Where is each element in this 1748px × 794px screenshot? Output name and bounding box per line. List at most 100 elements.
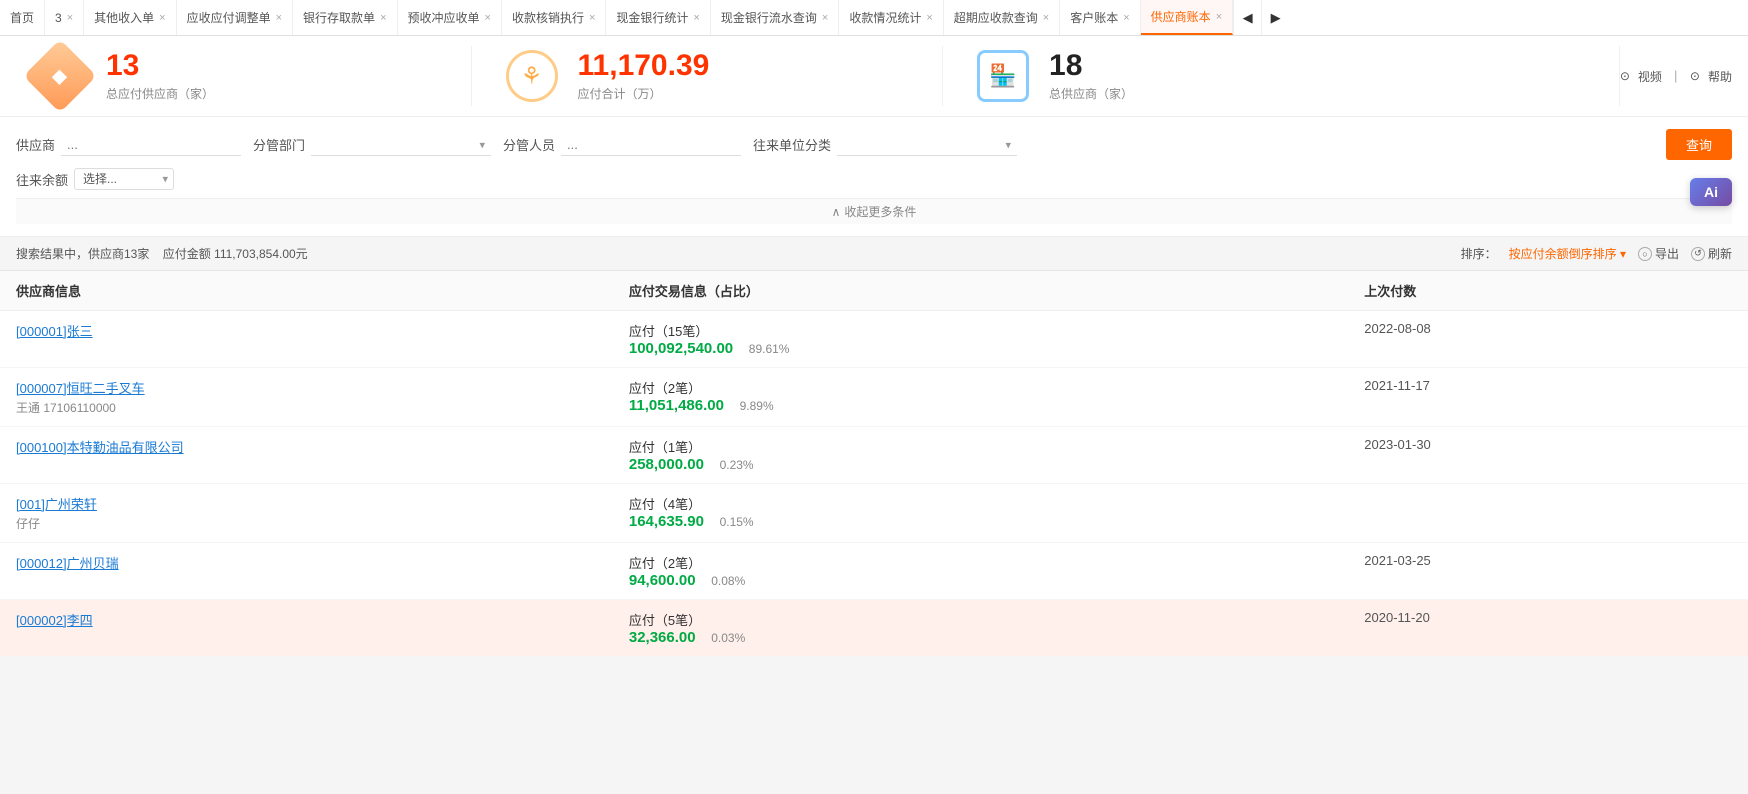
trans-percent-2: 9.89%	[740, 399, 774, 413]
supplier-link-4[interactable]: [001]广州荣轩	[16, 497, 97, 512]
sort-value[interactable]: 按应付余额倒序排序 ▾	[1509, 245, 1626, 262]
nav-customer-book[interactable]: 客户账本 ×	[1060, 0, 1140, 35]
close-cash-bank-flow[interactable]: ×	[822, 12, 828, 24]
person-input[interactable]	[561, 134, 741, 156]
nav-tab3[interactable]: 3 ×	[45, 0, 84, 35]
transaction-info-1: 应付（15笔） 100,092,540.00 89.61%	[629, 321, 1364, 357]
close-tab3[interactable]: ×	[67, 12, 73, 24]
close-overdue-ar[interactable]: ×	[1043, 12, 1049, 24]
nav-home[interactable]: 首页	[0, 0, 45, 35]
data-table: 供应商信息 应付交易信息（占比） 上次付数 [000001]张三 应付（15笔）…	[0, 271, 1748, 657]
nav-ar-ap-adjust[interactable]: 应收应付调整单 ×	[177, 0, 293, 35]
results-bar: 搜索结果中，供应商13家 应付金额 111,703,854.00元 排序： 按应…	[0, 237, 1748, 271]
table-row: [000100]本特勤油品有限公司 应付（1笔） 258,000.00 0.23…	[0, 427, 1748, 484]
col-header-supplier: 供应商信息	[16, 281, 629, 300]
close-other-income[interactable]: ×	[159, 12, 165, 24]
nav-prepay-ar[interactable]: 预收冲应收单 ×	[398, 0, 502, 35]
top-right-links: ⊙ 视频 ｜ ⊙ 帮助	[1620, 68, 1748, 85]
supplier-link-3[interactable]: [000100]本特勤油品有限公司	[16, 440, 184, 455]
category-select[interactable]	[837, 134, 1017, 156]
supplier-link-5[interactable]: [000012]广州贝瑞	[16, 556, 119, 571]
balance-select[interactable]: 选择... 全部 有余额 无余额	[74, 168, 174, 190]
stat-card-suppliers-payable: ◆ 13 总应付供应商（家）	[0, 46, 472, 106]
right-actions: 排序： 按应付余额倒序排序 ▾ ○ 导出 ↺ 刷新	[1461, 245, 1732, 262]
close-ar-ap-adjust[interactable]: ×	[276, 12, 282, 24]
transaction-info-6: 应付（5笔） 32,366.00 0.03%	[629, 610, 1364, 646]
supplier-link-6[interactable]: [000002]李四	[16, 613, 93, 628]
refresh-button[interactable]: ↺ 刷新	[1691, 245, 1732, 262]
trans-amount-5[interactable]: 94,600.00	[629, 572, 696, 589]
table-row: [000012]广州贝瑞 应付（2笔） 94,600.00 0.08% 2021…	[0, 543, 1748, 600]
dept-select[interactable]	[311, 134, 491, 156]
supplier-input[interactable]	[61, 134, 241, 156]
table-row: [000001]张三 应付（15笔） 100,092,540.00 89.61%…	[0, 311, 1748, 368]
trans-percent-1: 89.61%	[749, 342, 790, 356]
export-icon: ○	[1638, 247, 1652, 261]
trans-percent-6: 0.03%	[711, 631, 745, 645]
nav-overdue-ar[interactable]: 超期应收款查询 ×	[944, 0, 1060, 35]
help-link[interactable]: 帮助	[1708, 68, 1732, 85]
supplier-link-2[interactable]: [000007]恒旺二手叉车	[16, 381, 145, 396]
transaction-info-5: 应付（2笔） 94,600.00 0.08%	[629, 553, 1364, 589]
ai-button[interactable]: Ai	[1690, 178, 1732, 206]
sort-label: 排序：	[1461, 245, 1497, 262]
close-receipt-exec[interactable]: ×	[589, 12, 595, 24]
nav-receipt-exec[interactable]: 收款核销执行 ×	[502, 0, 606, 35]
store-icon: 🏪	[973, 46, 1033, 106]
transaction-info-4: 应付（4笔） 164,635.90 0.15%	[629, 494, 1364, 530]
video-link[interactable]: 视频	[1638, 68, 1662, 85]
close-prepay-ar[interactable]: ×	[485, 12, 491, 24]
diamond-icon: ◆	[30, 46, 90, 106]
col-header-transaction: 应付交易信息（占比）	[629, 281, 1364, 300]
person-label: 分管人员	[503, 135, 555, 154]
nav-next-arrow[interactable]: ▶	[1261, 0, 1289, 36]
query-button[interactable]: 查询	[1666, 129, 1732, 160]
supplier-info-5: [000012]广州贝瑞	[16, 553, 629, 572]
trans-amount-6[interactable]: 32,366.00	[629, 629, 696, 646]
trans-label-6: 应付（5笔）	[629, 610, 1364, 629]
results-summary: 搜索结果中，供应商13家 应付金额 111,703,854.00元	[16, 245, 308, 262]
supplier-info-6: [000002]李四	[16, 610, 629, 629]
filter-category: 往来单位分类	[753, 134, 1017, 156]
filter-row-2: 往来余额 选择... 全部 有余额 无余额	[16, 168, 1732, 190]
nav-bank-deposit[interactable]: 银行存取款单 ×	[293, 0, 397, 35]
trans-amount-2[interactable]: 11,051,486.00	[629, 397, 724, 414]
close-bank-deposit[interactable]: ×	[380, 12, 386, 24]
transaction-info-3: 应付（1笔） 258,000.00 0.23%	[629, 437, 1364, 473]
nav-prev-arrow[interactable]: ◀	[1233, 0, 1261, 36]
trans-amount-3[interactable]: 258,000.00	[629, 456, 704, 473]
stats-bar: ◆ 13 总应付供应商（家） ⚘ 11,170.39 应付合计（万） 🏪 18 …	[0, 36, 1748, 117]
nav-cash-bank-flow[interactable]: 现金银行流水查询 ×	[711, 0, 839, 35]
stat-card-payable-total: ⚘ 11,170.39 应付合计（万）	[472, 46, 944, 106]
stat-num-total-suppliers: 18	[1049, 51, 1133, 81]
table-row: [000002]李四 应付（5笔） 32,366.00 0.03% 2020-1…	[0, 600, 1748, 657]
filter-person: 分管人员	[503, 134, 741, 156]
lastpay-6: 2020-11-20	[1364, 610, 1732, 625]
close-receipt-stat[interactable]: ×	[926, 12, 932, 24]
nav-cash-bank-stat[interactable]: 现金银行统计 ×	[606, 0, 710, 35]
trans-amount-4[interactable]: 164,635.90	[629, 513, 704, 530]
supplier-info-3: [000100]本特勤油品有限公司	[16, 437, 629, 456]
supplier-link-1[interactable]: [000001]张三	[16, 324, 93, 339]
wheat-icon: ⚘	[502, 46, 562, 106]
collapse-bar[interactable]: ∧ 收起更多条件	[16, 198, 1732, 224]
nav-receipt-stat[interactable]: 收款情况统计 ×	[839, 0, 943, 35]
stat-label-total-suppliers: 总供应商（家）	[1049, 85, 1133, 102]
nav-supplier-book[interactable]: 供应商账本 ×	[1141, 0, 1233, 35]
close-customer-book[interactable]: ×	[1123, 12, 1129, 24]
filter-supplier: 供应商	[16, 134, 241, 156]
stat-info-suppliers-payable: 13 总应付供应商（家）	[106, 51, 214, 102]
nav-other-income[interactable]: 其他收入单 ×	[84, 0, 176, 35]
dept-select-wrap	[311, 134, 491, 156]
trans-amount-1[interactable]: 100,092,540.00	[629, 340, 733, 357]
supplier-info-2: [000007]恒旺二手叉车 王通 17106110000	[16, 378, 629, 416]
export-button[interactable]: ○ 导出	[1638, 245, 1679, 262]
refresh-icon: ↺	[1691, 247, 1705, 261]
lastpay-3: 2023-01-30	[1364, 437, 1732, 452]
close-supplier-book[interactable]: ×	[1216, 11, 1222, 23]
balance-select-wrap: 选择... 全部 有余额 无余额	[74, 168, 174, 190]
close-cash-bank-stat[interactable]: ×	[693, 12, 699, 24]
filter-balance: 往来余额 选择... 全部 有余额 无余额	[16, 168, 174, 190]
supplier-info-1: [000001]张三	[16, 321, 629, 340]
table-row: [001]广州荣轩 仔仔 应付（4笔） 164,635.90 0.15%	[0, 484, 1748, 543]
